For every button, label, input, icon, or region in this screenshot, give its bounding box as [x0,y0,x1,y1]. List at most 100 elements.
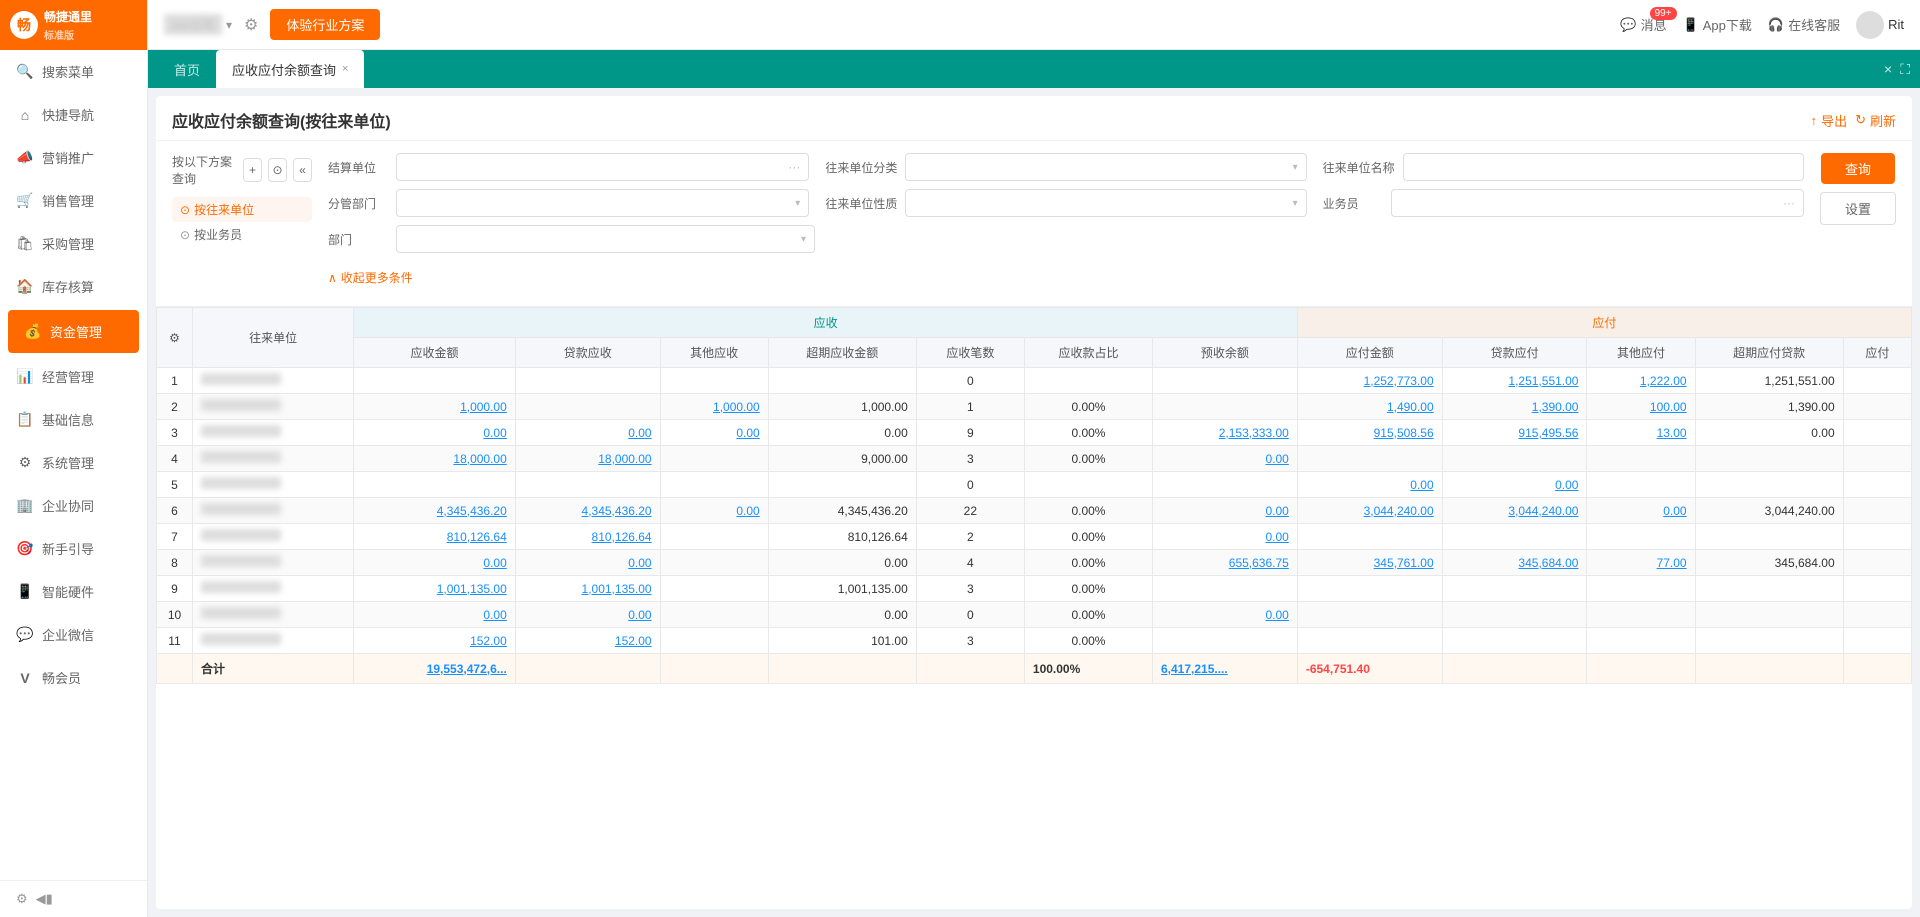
footer-label: 合计 [193,654,354,684]
collapse-button[interactable]: ∧ 收起更多条件 [328,265,1804,290]
topbar-settings-icon[interactable]: ⚙ [244,15,258,35]
sidebar-settings-button[interactable]: ⚙ [16,891,28,907]
tab-close-icon[interactable]: × [342,63,348,75]
settlement-label: 结算单位 [328,159,388,176]
marketing-icon: 📣 [16,149,34,167]
settlement-input[interactable]: ··· [396,153,809,181]
sidebar-item-basic[interactable]: 📋 基础信息 [0,398,147,441]
row-ar-ratio: 0.00% [1024,394,1152,420]
row-ar-prepay: 655,636.75 [1153,550,1298,576]
row-partner [193,472,354,498]
row-ap-amount: 915,508.56 [1297,420,1442,446]
sidebar-item-marketing[interactable]: 📣 营销推广 [0,136,147,179]
messages-button[interactable]: 💬 消息 99+ [1620,15,1666,34]
salesman-dots: ··· [1783,196,1795,210]
dept-input[interactable]: ▾ [396,225,815,253]
row-ap-amount [1297,576,1442,602]
topbar: xxx公司 ▾ ⚙ 体验行业方案 💬 消息 99+ 📱 App下载 🎧 在线客服 [148,0,1920,50]
row-ar-amount [354,368,515,394]
by-unit-label: 按往来单位 [194,201,254,218]
row-ar-count: 2 [916,524,1024,550]
settings-button[interactable]: 设置 [1820,192,1896,225]
row-ap-overdue [1695,628,1843,654]
row-partner [193,576,354,602]
tab-current[interactable]: 应收应付余额查询 × [216,50,364,88]
online-service-button[interactable]: 🎧 在线客服 [1768,15,1840,34]
row-ar-prepay: 0.00 [1153,602,1298,628]
row-partner [193,602,354,628]
th-settings[interactable]: ⚙ [157,308,193,368]
row-ar-other: 1,000.00 [660,394,768,420]
row-ap-amount: 1,252,773.00 [1297,368,1442,394]
sidebar-item-finance[interactable]: 💰 资金管理 [8,310,139,353]
messages-icon: 💬 [1620,17,1636,33]
messages-badge: 99+ [1650,7,1677,20]
filter-nav-by-unit[interactable]: ⊙ 按往来单位 [172,197,312,222]
th-ar-prepay: 预收余额 [1153,338,1298,368]
filter-add-button[interactable]: + [243,158,262,182]
row-ap-overdue [1695,446,1843,472]
sidebar-item-label: 企业微信 [42,625,94,644]
page-header: 应收应付余额查询(按往来单位) ↑ 导出 ↻ 刷新 [156,96,1912,141]
th-ap-loan: 贷款应付 [1442,338,1587,368]
partner-category-input[interactable]: ▾ [905,153,1306,181]
table-settings-icon[interactable]: ⚙ [169,331,180,345]
sidebar-item-corp-collab[interactable]: 🏢 企业协同 [0,484,147,527]
user-profile[interactable]: Rit [1856,11,1904,39]
sidebar-collapse-button[interactable]: ◀▮ [36,891,53,907]
query-button[interactable]: 查询 [1821,153,1895,184]
sidebar-item-label: 经营管理 [42,367,94,386]
sidebar-item-quick-nav[interactable]: ⌂ 快捷导航 [0,93,147,136]
sidebar-item-sales[interactable]: 🛒 销售管理 [0,179,147,222]
partner-nature-input[interactable]: ▾ [905,189,1306,217]
partner-name-input[interactable] [1403,153,1804,181]
sidebar-item-label: 基础信息 [42,410,94,429]
row-index: 9 [157,576,193,602]
sidebar-item-guide[interactable]: 🎯 新手引导 [0,527,147,570]
sidebar-item-member[interactable]: V 畅会员 [0,656,147,699]
sidebar-item-operations[interactable]: 📊 经营管理 [0,355,147,398]
export-label: 导出 [1821,111,1847,130]
window-close-button[interactable]: × [1884,61,1892,77]
app-download-button[interactable]: 📱 App下载 [1683,15,1752,34]
sidebar-item-purchase[interactable]: 🛍 采购管理 [0,222,147,265]
sidebar-item-inventory[interactable]: 🏠 库存核算 [0,265,147,308]
window-expand-button[interactable]: ⛶ [1900,61,1910,78]
tab-home[interactable]: 首页 [158,50,216,88]
refresh-button[interactable]: ↻ 刷新 [1855,111,1896,130]
filter-area: 按以下方案查询 + ⊙ « ⊙ 按往来单位 ⊙ 按业务员 [156,141,1912,307]
filter-target-button[interactable]: ⊙ [268,158,287,182]
filter-partner-category: 往来单位分类 ▾ [825,153,1306,181]
dept-manage-input[interactable]: ▾ [396,189,809,217]
sidebar-item-system[interactable]: ⚙ 系统管理 [0,441,147,484]
row-ar-amount: 1,001,135.00 [354,576,515,602]
row-partner [193,446,354,472]
filter-salesman: 业务员 ··· [1323,189,1804,217]
tab-current-label: 应收应付余额查询 [232,60,336,79]
partner-category-label: 往来单位分类 [825,159,897,176]
row-ar-other [660,472,768,498]
export-button[interactable]: ↑ 导出 [1811,111,1848,130]
logo-badge: 标准版 [44,27,92,42]
footer-ap-loan [1442,654,1587,684]
filter-collapse-button[interactable]: « [293,158,312,182]
system-icon: ⚙ [16,454,34,472]
by-unit-icon: ⊙ [180,203,190,217]
sidebar-item-search[interactable]: 🔍 搜索菜单 [0,50,147,93]
row-ar-loan [515,472,660,498]
table-row: 9 1,001,135.00 1,001,135.00 1,001,135.00… [157,576,1912,602]
row-ar-overdue [768,368,916,394]
row-ar-overdue: 0.00 [768,550,916,576]
row-ar-overdue: 0.00 [768,602,916,628]
promo-button[interactable]: 体验行业方案 [270,9,380,40]
footer-ar-overdue [768,654,916,684]
online-service-label: 在线客服 [1788,15,1840,34]
sidebar-item-corp-wechat[interactable]: 💬 企业微信 [0,613,147,656]
dept-manage-arrow: ▾ [795,198,800,209]
breadcrumb-arrow[interactable]: ▾ [226,18,232,32]
salesman-input[interactable]: ··· [1391,189,1804,217]
filter-nav-by-staff[interactable]: ⊙ 按业务员 [172,222,312,247]
sidebar-item-smart-hw[interactable]: 📱 智能硬件 [0,570,147,613]
row-ar-prepay: 0.00 [1153,498,1298,524]
row-partner [193,420,354,446]
